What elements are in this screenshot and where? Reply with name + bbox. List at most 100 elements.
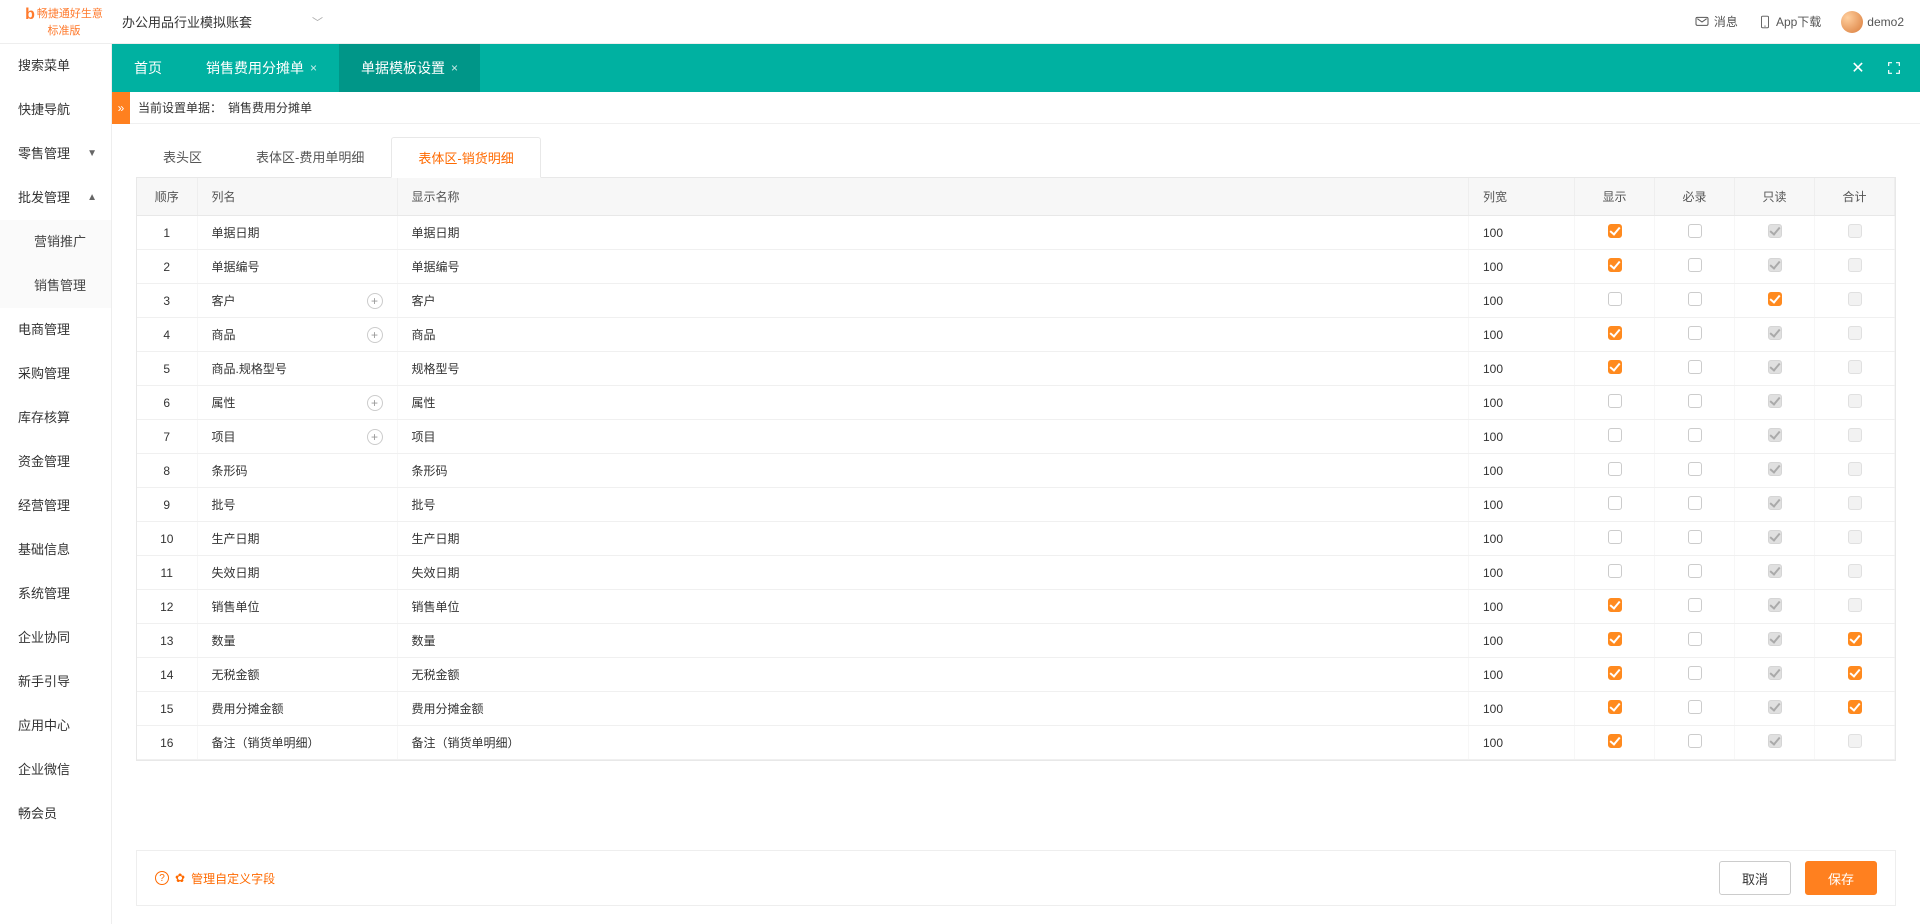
cell-width[interactable]: 100 — [1469, 454, 1575, 488]
required-checkbox[interactable] — [1688, 394, 1702, 408]
tab-0[interactable]: 首页 — [112, 44, 184, 92]
cell-width[interactable]: 100 — [1469, 692, 1575, 726]
show-checkbox[interactable] — [1608, 360, 1622, 374]
messages-button[interactable]: 消息 — [1694, 13, 1738, 30]
sidebar-item-1[interactable]: 快捷导航 — [0, 88, 111, 132]
sidebar-item-5[interactable]: 销售管理 — [0, 264, 111, 308]
cell-width[interactable]: 100 — [1469, 522, 1575, 556]
sidebar-item-11[interactable]: 基础信息 — [0, 528, 111, 572]
expand-plus-icon[interactable]: + — [367, 395, 383, 411]
cell-width[interactable]: 100 — [1469, 352, 1575, 386]
sidebar-item-9[interactable]: 资金管理 — [0, 440, 111, 484]
tab-1[interactable]: 销售费用分摊单× — [184, 44, 339, 92]
account-set-dropdown[interactable]: 办公用品行业模拟账套 ﹀ — [122, 12, 323, 31]
required-checkbox[interactable] — [1688, 224, 1702, 238]
show-checkbox[interactable] — [1608, 700, 1622, 714]
sidebar-item-17[interactable]: 畅会员 — [0, 792, 111, 836]
cell-width[interactable]: 100 — [1469, 590, 1575, 624]
show-checkbox[interactable] — [1608, 292, 1622, 306]
cancel-button[interactable]: 取消 — [1719, 861, 1791, 895]
cell-width[interactable]: 100 — [1469, 318, 1575, 352]
tab-close-icon[interactable]: × — [451, 61, 458, 75]
required-checkbox[interactable] — [1688, 598, 1702, 612]
sidebar-item-0[interactable]: 搜索菜单 — [0, 44, 111, 88]
show-checkbox[interactable] — [1608, 326, 1622, 340]
cell-display-name[interactable]: 无税金额 — [397, 658, 1469, 692]
cell-width[interactable]: 100 — [1469, 726, 1575, 760]
cell-width[interactable]: 100 — [1469, 624, 1575, 658]
required-checkbox[interactable] — [1688, 360, 1702, 374]
tab-close-icon[interactable]: × — [310, 61, 317, 75]
cell-width[interactable]: 100 — [1469, 658, 1575, 692]
sidebar-item-3[interactable]: 批发管理▲ — [0, 176, 111, 220]
sidebar-item-6[interactable]: 电商管理 — [0, 308, 111, 352]
tab-2[interactable]: 单据模板设置× — [339, 44, 480, 92]
required-checkbox[interactable] — [1688, 700, 1702, 714]
required-checkbox[interactable] — [1688, 496, 1702, 510]
show-checkbox[interactable] — [1608, 666, 1622, 680]
cell-display-name[interactable]: 费用分摊金额 — [397, 692, 1469, 726]
required-checkbox[interactable] — [1688, 666, 1702, 680]
cell-display-name[interactable]: 条形码 — [397, 454, 1469, 488]
cell-display-name[interactable]: 规格型号 — [397, 352, 1469, 386]
show-checkbox[interactable] — [1608, 394, 1622, 408]
required-checkbox[interactable] — [1688, 326, 1702, 340]
cell-display-name[interactable]: 单据编号 — [397, 250, 1469, 284]
cell-display-name[interactable]: 商品 — [397, 318, 1469, 352]
cell-display-name[interactable]: 项目 — [397, 420, 1469, 454]
required-checkbox[interactable] — [1688, 632, 1702, 646]
show-checkbox[interactable] — [1608, 564, 1622, 578]
show-checkbox[interactable] — [1608, 598, 1622, 612]
cell-width[interactable]: 100 — [1469, 420, 1575, 454]
cell-display-name[interactable]: 单据日期 — [397, 216, 1469, 250]
cell-display-name[interactable]: 失效日期 — [397, 556, 1469, 590]
cell-width[interactable]: 100 — [1469, 556, 1575, 590]
sidebar-item-7[interactable]: 采购管理 — [0, 352, 111, 396]
gear-icon[interactable]: ✿ — [175, 871, 185, 885]
sum-checkbox[interactable] — [1848, 700, 1862, 714]
sidebar-item-4[interactable]: 营销推广 — [0, 220, 111, 264]
cell-width[interactable]: 100 — [1469, 216, 1575, 250]
user-menu[interactable]: demo2 — [1841, 11, 1904, 33]
expand-plus-icon[interactable]: + — [367, 293, 383, 309]
cell-display-name[interactable]: 批号 — [397, 488, 1469, 522]
sum-checkbox[interactable] — [1848, 666, 1862, 680]
show-checkbox[interactable] — [1608, 734, 1622, 748]
manage-custom-fields-link[interactable]: 管理自定义字段 — [191, 870, 275, 887]
show-checkbox[interactable] — [1608, 496, 1622, 510]
sum-checkbox[interactable] — [1848, 632, 1862, 646]
sidebar-item-15[interactable]: 应用中心 — [0, 704, 111, 748]
show-checkbox[interactable] — [1608, 632, 1622, 646]
cell-display-name[interactable]: 备注（销货单明细） — [397, 726, 1469, 760]
cell-display-name[interactable]: 客户 — [397, 284, 1469, 318]
cell-display-name[interactable]: 生产日期 — [397, 522, 1469, 556]
required-checkbox[interactable] — [1688, 258, 1702, 272]
save-button[interactable]: 保存 — [1805, 861, 1877, 895]
subtab-2[interactable]: 表体区-销货明细 — [391, 137, 540, 178]
expand-plus-icon[interactable]: + — [367, 429, 383, 445]
cell-width[interactable]: 100 — [1469, 250, 1575, 284]
required-checkbox[interactable] — [1688, 734, 1702, 748]
required-checkbox[interactable] — [1688, 428, 1702, 442]
app-download-button[interactable]: App下载 — [1758, 13, 1821, 30]
required-checkbox[interactable] — [1688, 564, 1702, 578]
expand-plus-icon[interactable]: + — [367, 327, 383, 343]
show-checkbox[interactable] — [1608, 224, 1622, 238]
readonly-checkbox[interactable] — [1768, 292, 1782, 306]
sidebar-item-12[interactable]: 系统管理 — [0, 572, 111, 616]
required-checkbox[interactable] — [1688, 292, 1702, 306]
show-checkbox[interactable] — [1608, 258, 1622, 272]
collapse-handle[interactable]: » — [112, 92, 130, 124]
subtab-0[interactable]: 表头区 — [136, 136, 229, 177]
fullscreen-button[interactable] — [1878, 52, 1910, 84]
close-all-tabs-button[interactable]: ✕ — [1842, 52, 1874, 84]
cell-display-name[interactable]: 销售单位 — [397, 590, 1469, 624]
sidebar-item-10[interactable]: 经营管理 — [0, 484, 111, 528]
sidebar-item-16[interactable]: 企业微信 — [0, 748, 111, 792]
sidebar-item-14[interactable]: 新手引导 — [0, 660, 111, 704]
help-icon[interactable]: ? — [155, 871, 169, 885]
cell-width[interactable]: 100 — [1469, 488, 1575, 522]
cell-display-name[interactable]: 属性 — [397, 386, 1469, 420]
cell-display-name[interactable]: 数量 — [397, 624, 1469, 658]
cell-width[interactable]: 100 — [1469, 386, 1575, 420]
